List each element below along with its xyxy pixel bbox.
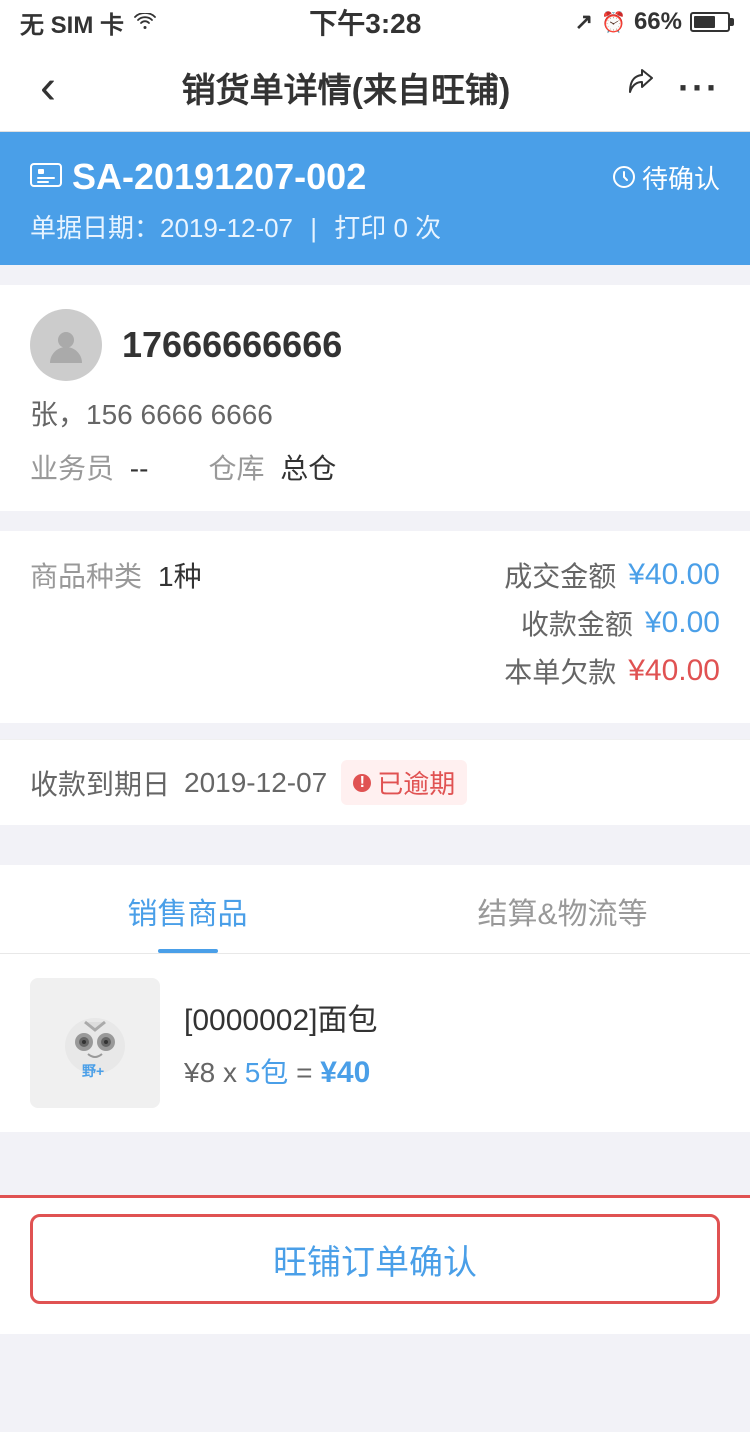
- collected-label: 收款金额: [521, 603, 633, 643]
- product-types-value: 1种: [158, 555, 202, 595]
- order-date: 单据日期：2019-12-07 | 打印 0 次: [30, 208, 720, 245]
- tabs-container: 销售商品 结算&物流等: [0, 865, 750, 954]
- customer-card: 17666666666 张，156 6666 6666 业务员 -- 仓库 总仓: [0, 285, 750, 511]
- back-button[interactable]: ‹: [30, 50, 66, 125]
- product-info: [0000002]面包 ¥8 x 5包 = ¥40: [184, 995, 720, 1091]
- confirm-button[interactable]: 旺铺订单确认: [30, 1214, 720, 1304]
- order-id: SA-20191207-002: [30, 156, 366, 198]
- section-divider-2: [0, 825, 750, 845]
- owed-value: ¥40.00: [628, 654, 720, 688]
- salesperson-value: --: [130, 453, 149, 484]
- product-name: [0000002]面包: [184, 995, 720, 1039]
- tab-sales-products[interactable]: 销售商品: [0, 865, 375, 953]
- share-icon[interactable]: [626, 68, 658, 108]
- overdue-badge: ! 已逾期: [341, 760, 467, 805]
- collected-amount-row: 收款金额 ¥0.00: [504, 603, 720, 643]
- tab-settlement-logistics[interactable]: 结算&物流等: [375, 865, 750, 953]
- avatar: [30, 309, 102, 381]
- order-header: SA-20191207-002 待确认 单据日期：2019-12-07 | 打印…: [0, 132, 750, 265]
- product-types-field: 商品种类 1种: [30, 555, 202, 595]
- warehouse-field: 仓库 总仓: [208, 447, 336, 487]
- amounts-section: 成交金额 ¥40.00 收款金额 ¥0.00 本单欠款 ¥40.00: [504, 555, 720, 699]
- battery-icon: [690, 12, 730, 32]
- battery-percent: 66%: [634, 8, 682, 36]
- due-date-card: 收款到期日 2019-12-07 ! 已逾期: [0, 740, 750, 825]
- due-date-label: 收款到期日: [30, 763, 170, 803]
- alarm-icon: ⏰: [601, 10, 626, 35]
- salesperson-label: 业务员: [30, 453, 114, 484]
- overdue-text: 已逾期: [377, 764, 455, 801]
- product-types-label: 商品种类: [30, 555, 142, 595]
- product-card: 野+ [0000002]面包 ¥8 x 5包 = ¥40: [0, 954, 750, 1132]
- due-date-value: 2019-12-07: [184, 767, 327, 799]
- warehouse-value: 总仓: [280, 453, 336, 484]
- product-quantity: 5包: [245, 1057, 289, 1088]
- section-divider-1: [0, 511, 750, 531]
- collected-value: ¥0.00: [645, 606, 720, 640]
- status-time: 下午3:28: [309, 2, 421, 42]
- product-image: 野+: [30, 978, 160, 1108]
- status-left: 无 SIM 卡: [20, 5, 156, 40]
- customer-name: 张，156 6666 6666: [30, 393, 720, 433]
- customer-phone: 17666666666: [122, 324, 342, 366]
- transaction-amount-row: 成交金额 ¥40.00: [504, 555, 720, 595]
- status-right: ↗ ⏰ 66%: [575, 8, 730, 36]
- summary-card: 商品种类 1种 成交金额 ¥40.00 收款金额 ¥0.00 本单欠款 ¥40.…: [0, 531, 750, 723]
- summary-row: 商品种类 1种 成交金额 ¥40.00 收款金额 ¥0.00 本单欠款 ¥40.…: [30, 555, 720, 699]
- nav-bar: ‹ 销货单详情(来自旺铺) ···: [0, 44, 750, 132]
- owed-label: 本单欠款: [504, 651, 616, 691]
- customer-row: 17666666666: [30, 309, 720, 381]
- product-total: ¥40: [320, 1056, 370, 1089]
- nav-actions: ···: [626, 67, 720, 109]
- order-status: 待确认: [612, 159, 720, 196]
- salesperson-field: 业务员 --: [30, 447, 148, 487]
- carrier-label: 无 SIM 卡: [20, 5, 124, 40]
- wifi-icon: [134, 8, 156, 36]
- transaction-label: 成交金额: [504, 555, 616, 595]
- page-title: 销货单详情(来自旺铺): [182, 63, 511, 112]
- bottom-action: 旺铺订单确认: [0, 1195, 750, 1334]
- more-icon[interactable]: ···: [678, 67, 720, 109]
- warehouse-label: 仓库: [208, 453, 264, 484]
- product-price: ¥8 x 5包 = ¥40: [184, 1051, 720, 1091]
- location-icon: ↗: [575, 9, 593, 35]
- status-bar: 无 SIM 卡 下午3:28 ↗ ⏰ 66%: [0, 0, 750, 44]
- transaction-value: ¥40.00: [628, 558, 720, 592]
- customer-meta: 业务员 -- 仓库 总仓: [30, 447, 720, 487]
- product-unit-price: ¥8: [184, 1057, 215, 1088]
- owed-amount-row: 本单欠款 ¥40.00: [504, 651, 720, 691]
- svg-text:野+: 野+: [82, 1063, 104, 1078]
- overdue-alert-icon: !: [353, 774, 371, 792]
